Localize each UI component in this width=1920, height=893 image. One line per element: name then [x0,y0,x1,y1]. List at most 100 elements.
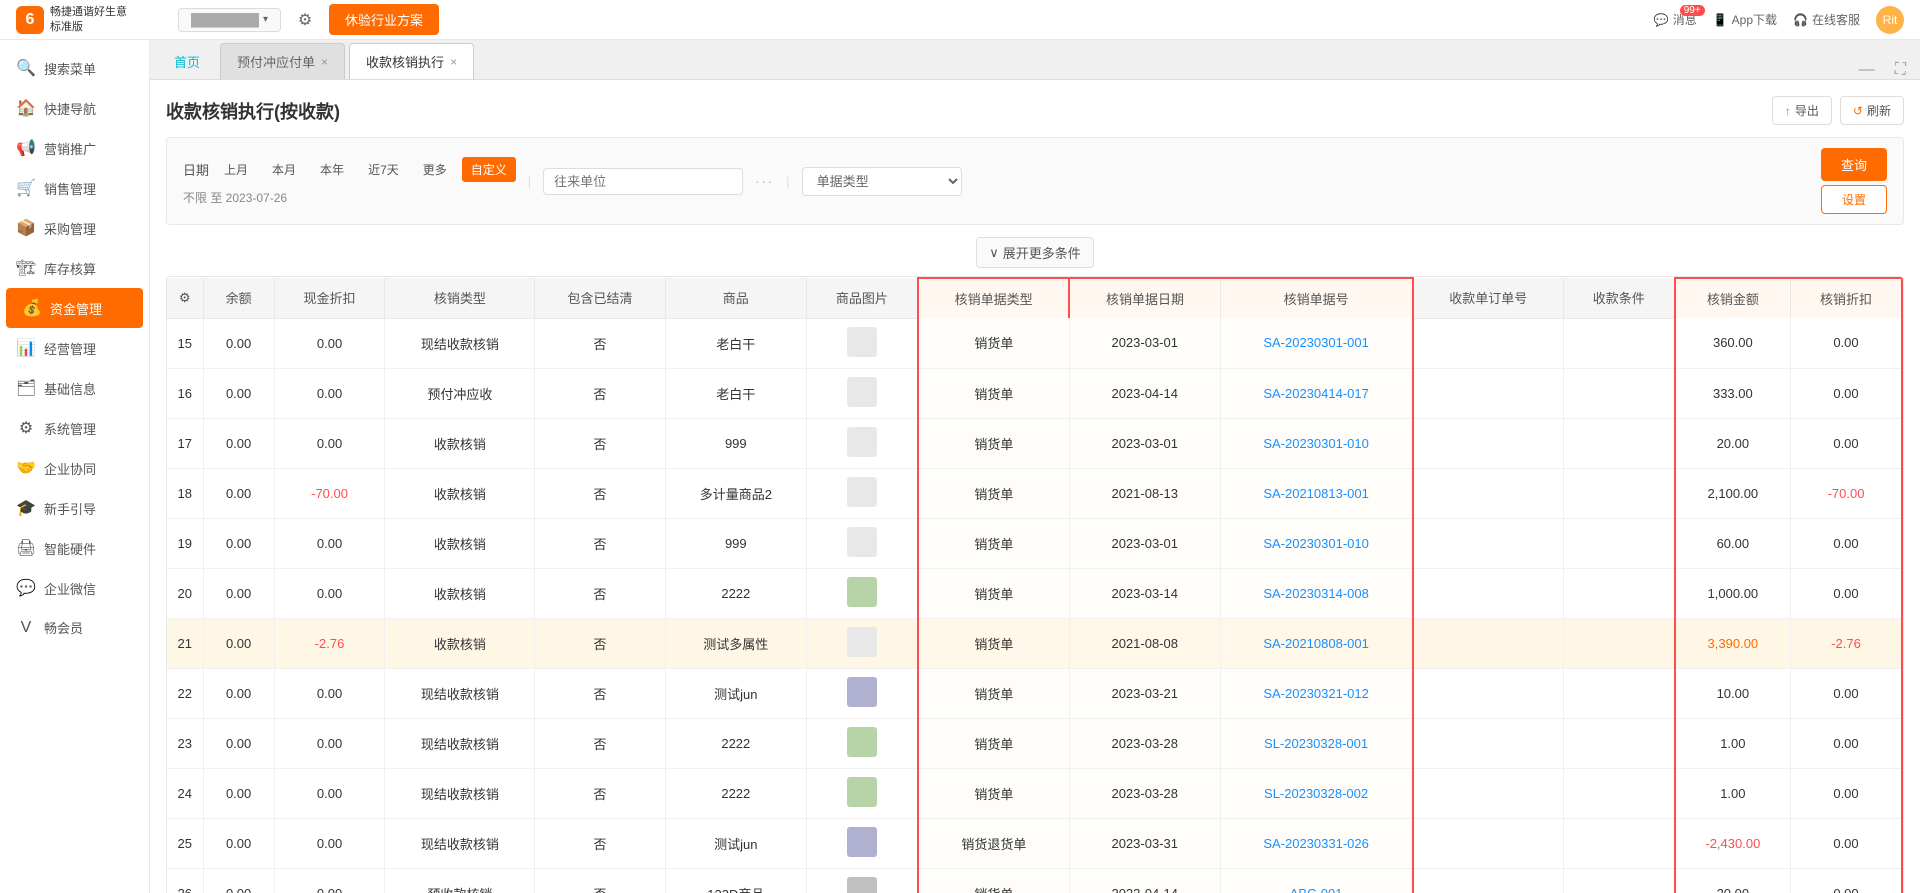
date-custom[interactable]: 自定义 [462,157,516,182]
sidebar-item-guide[interactable]: 🎓 新手引导 [0,488,149,528]
col-receipt-condition: 收款条件 [1563,278,1674,318]
notification-area[interactable]: 💬 消息 99+ [1654,11,1697,28]
expand-conditions-btn[interactable]: ∨ 展开更多条件 [976,237,1094,268]
sidebar-item-finance[interactable]: 💰 资金管理 [6,288,143,328]
cell-receipt-order [1413,868,1564,893]
tab-home[interactable]: 首页 [158,44,216,79]
maximize-icon[interactable]: ⛶ [1889,61,1912,79]
top-bar-right: 💬 消息 99+ 📱 App下载 🎧 在线客服 Rit [1654,6,1904,34]
col-include-settled: 包含已结清 [535,278,665,318]
query-button[interactable]: 查询 [1821,148,1887,181]
search-icon: 🔍 [16,58,36,78]
cell-receipt-order [1413,818,1564,868]
tab-prepay[interactable]: 预付冲应付单 × [220,43,345,79]
table-row: 24 0.00 0.00 现结收款核销 否 2222 销货单 2023-03-2… [167,768,1902,818]
sidebar-item-purchase[interactable]: 📦 采购管理 [0,208,149,248]
cell-id: 20 [167,568,203,618]
sidebar-item-search[interactable]: 🔍 搜索菜单 [0,48,149,88]
user-avatar[interactable]: Rit [1876,6,1904,34]
cell-receipt-condition [1563,868,1674,893]
sidebar: 🔍 搜索菜单 🏠 快捷导航 📢 营销推广 🛒 销售管理 📦 采购管理 🏗 库存核… [0,40,150,893]
minimize-icon[interactable]: — [1853,61,1881,79]
cell-cash-discount: -2.76 [274,618,385,668]
settings-button[interactable]: 设置 [1821,185,1887,214]
cell-include-settled: 否 [535,668,665,718]
filter-row: 日期 上月 本月 本年 近7天 更多 自定义 不限 至 2023-07-26 [183,148,1887,214]
date-last-month[interactable]: 上月 [215,157,257,182]
cell-verify-doc-type: 销货单 [918,668,1070,718]
cell-verify-type: 现结收款核销 [385,668,535,718]
tab-verify-close[interactable]: × [450,55,457,69]
cell-product: 老白干 [665,318,806,368]
sidebar-item-sales[interactable]: 🛒 销售管理 [0,168,149,208]
cell-cash-discount: -70.00 [274,468,385,518]
app-download-label: App下载 [1732,11,1777,28]
tab-verify[interactable]: 收款核销执行 × [349,43,474,79]
refresh-button[interactable]: ↺ 刷新 [1840,96,1904,125]
sidebar-item-hardware[interactable]: 🖨 智能硬件 [0,528,149,568]
gear-button[interactable]: ⚙ [291,6,319,34]
sidebar-label-purchase: 采购管理 [44,219,96,238]
date-last-7days[interactable]: 近7天 [359,157,408,182]
cell-include-settled: 否 [535,418,665,468]
cell-product-img [806,468,917,518]
cell-product: 老白干 [665,368,806,418]
cell-verify-amount: 1.00 [1675,718,1791,768]
cell-receipt-order [1413,718,1564,768]
sidebar-item-inventory[interactable]: 🏗 库存核算 [0,248,149,288]
cell-receipt-condition [1563,418,1674,468]
date-more[interactable]: 更多 [414,157,456,182]
filter-separator2: | [786,174,789,189]
cell-verify-discount: 0.00 [1791,718,1903,768]
col-verify-amount: 核销金额 [1675,278,1791,318]
company-selector[interactable]: ████████ ▾ [178,8,281,32]
sidebar-item-nav[interactable]: 🏠 快捷导航 [0,88,149,128]
cell-verify-doc-no: ABC-001 [1220,868,1412,893]
page-header: 收款核销执行(按收款) ↑ 导出 ↺ 刷新 [166,96,1904,125]
industry-button[interactable]: 休验行业方案 [329,4,439,35]
sidebar-item-marketing[interactable]: 📢 营销推广 [0,128,149,168]
purchase-icon: 📦 [16,218,36,238]
sidebar-item-wechat[interactable]: 💬 企业微信 [0,568,149,608]
date-this-year[interactable]: 本年 [311,157,353,182]
cell-product-img [806,868,917,893]
sidebar-item-system[interactable]: ⚙ 系统管理 [0,408,149,448]
counterpart-input[interactable] [543,168,743,195]
col-verify-discount: 核销折扣 [1791,278,1903,318]
cell-id: 23 [167,718,203,768]
cell-cash-discount: 0.00 [274,418,385,468]
voucher-type-select[interactable]: 单据类型 [802,167,962,196]
cell-verify-amount: 360.00 [1675,318,1791,368]
col-settings[interactable]: ⚙ [167,278,203,318]
cell-verify-type: 预收款核销 [385,868,535,893]
expand-label: 展开更多条件 [1003,243,1081,262]
cell-product: 多计量商品2 [665,468,806,518]
col-product-img: 商品图片 [806,278,917,318]
date-this-month[interactable]: 本月 [263,157,305,182]
filter-separator: | [528,174,531,189]
cell-receipt-condition [1563,518,1674,568]
sidebar-label-basic: 基础信息 [44,379,96,398]
cell-verify-discount: 0.00 [1791,668,1903,718]
cell-receipt-order [1413,468,1564,518]
cell-verify-doc-no: SL-20230328-001 [1220,718,1412,768]
cell-product: 999 [665,518,806,568]
cell-include-settled: 否 [535,518,665,568]
export-button[interactable]: ↑ 导出 [1772,96,1832,125]
cell-receipt-order [1413,368,1564,418]
page-title: 收款核销执行(按收款) [166,98,340,124]
guide-icon: 🎓 [16,498,36,518]
sidebar-item-member[interactable]: V 畅会员 [0,608,149,647]
app-download-area[interactable]: 📱 App下载 [1713,11,1777,28]
cell-verify-doc-date: 2021-08-08 [1069,618,1220,668]
company-name: ████████ [191,13,259,27]
cell-receipt-condition [1563,668,1674,718]
sidebar-item-collab[interactable]: 🤝 企业协同 [0,448,149,488]
cell-balance: 0.00 [203,668,274,718]
cell-receipt-order [1413,618,1564,668]
tab-prepay-close[interactable]: × [321,55,328,69]
cell-verify-doc-type: 销货单 [918,368,1070,418]
online-service-area[interactable]: 🎧 在线客服 [1793,11,1860,28]
sidebar-item-basic[interactable]: 🗂 基础信息 [0,368,149,408]
sidebar-item-management[interactable]: 📊 经营管理 [0,328,149,368]
